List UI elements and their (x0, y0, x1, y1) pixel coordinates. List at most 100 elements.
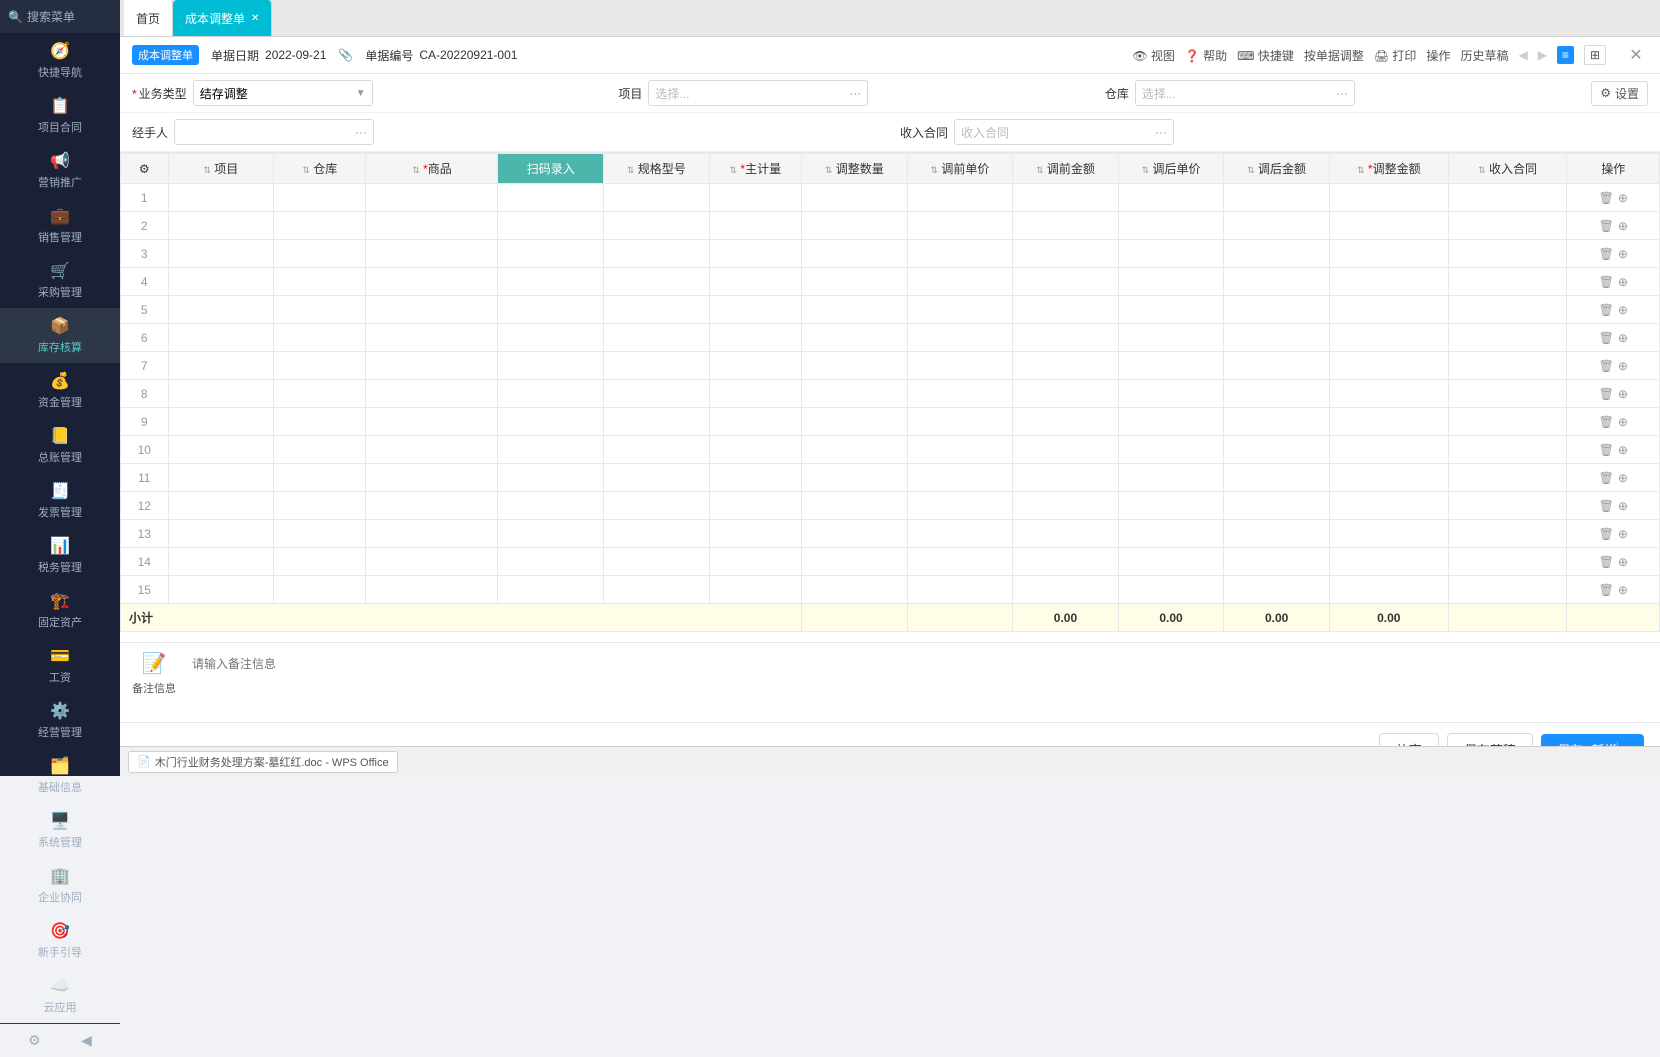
row-5-income[interactable] (1448, 296, 1567, 324)
row-6-copy-icon[interactable]: ⊕ (1618, 331, 1628, 345)
row-1-delete-icon[interactable]: 🗑 (1599, 191, 1614, 205)
row-13-income[interactable] (1448, 520, 1567, 548)
row-3-income[interactable] (1448, 240, 1567, 268)
row-5-adj[interactable] (1329, 296, 1448, 324)
row-6-amount1[interactable] (1013, 324, 1119, 352)
row-15-adj[interactable] (1329, 576, 1448, 604)
row-4-delete-icon[interactable]: 🗑 (1599, 275, 1614, 289)
row-11-delete-icon[interactable]: 🗑 (1599, 471, 1614, 485)
warehouse-select[interactable]: 选择... ··· (1135, 80, 1355, 106)
row-12-unit[interactable] (709, 492, 801, 520)
row-14-warehouse[interactable] (274, 548, 366, 576)
row-4-qty[interactable] (802, 268, 908, 296)
row-3-amount1[interactable] (1013, 240, 1119, 268)
th-qty[interactable]: ⇅ 调整数量 (802, 154, 908, 184)
row-4-project[interactable] (168, 268, 274, 296)
row-8-spec[interactable] (604, 380, 710, 408)
row-8-adj[interactable] (1329, 380, 1448, 408)
row-1-adj[interactable] (1329, 184, 1448, 212)
row-2-income[interactable] (1448, 212, 1567, 240)
th-amount2[interactable]: ⇅ 调后金额 (1224, 154, 1330, 184)
row-6-adj[interactable] (1329, 324, 1448, 352)
row-13-warehouse[interactable] (274, 520, 366, 548)
row-1-amount1[interactable] (1013, 184, 1119, 212)
row-13-product[interactable] (366, 520, 498, 548)
sidebar-item-sales-mgmt[interactable]: 💼销售管理 (0, 198, 120, 253)
th-warehouse[interactable]: ⇅ 仓库 (274, 154, 366, 184)
row-6-price1[interactable] (907, 324, 1013, 352)
row-12-copy-icon[interactable]: ⊕ (1618, 499, 1628, 513)
row-13-amount1[interactable] (1013, 520, 1119, 548)
row-8-income[interactable] (1448, 380, 1567, 408)
th-project[interactable]: ⇅ 项目 (168, 154, 274, 184)
row-3-price1[interactable] (907, 240, 1013, 268)
row-15-income[interactable] (1448, 576, 1567, 604)
row-6-project[interactable] (168, 324, 274, 352)
row-13-qty[interactable] (802, 520, 908, 548)
row-11-amount2[interactable] (1224, 464, 1330, 492)
row-14-price1[interactable] (907, 548, 1013, 576)
row-10-delete-icon[interactable]: 🗑 (1599, 443, 1614, 457)
row-8-project[interactable] (168, 380, 274, 408)
list-view-icon[interactable]: ≡ (1557, 46, 1574, 64)
th-scan[interactable]: 扫码录入 (498, 154, 604, 184)
row-11-adj[interactable] (1329, 464, 1448, 492)
row-5-product[interactable] (366, 296, 498, 324)
row-9-amount2[interactable] (1224, 408, 1330, 436)
row-15-copy-icon[interactable]: ⊕ (1618, 583, 1628, 597)
row-9-product[interactable] (366, 408, 498, 436)
row-14-spec[interactable] (604, 548, 710, 576)
row-4-adj[interactable] (1329, 268, 1448, 296)
row-3-adj[interactable] (1329, 240, 1448, 268)
grid-view-icon[interactable]: ⊞ (1584, 45, 1606, 65)
row-13-project[interactable] (168, 520, 274, 548)
biz-type-select[interactable]: 结存调整 ▼ (193, 80, 373, 106)
row-8-product[interactable] (366, 380, 498, 408)
row-12-warehouse[interactable] (274, 492, 366, 520)
row-12-income[interactable] (1448, 492, 1567, 520)
row-15-qty[interactable] (802, 576, 908, 604)
row-15-delete-icon[interactable]: 🗑 (1599, 583, 1614, 597)
th-price2[interactable]: ⇅ 调后单价 (1118, 154, 1224, 184)
notes-icon-group[interactable]: 📝 备注信息 (132, 651, 176, 696)
th-income[interactable]: ⇅ 收入合同 (1448, 154, 1567, 184)
help-action[interactable]: ❓ 帮助 (1185, 47, 1227, 64)
row-15-price1[interactable] (907, 576, 1013, 604)
row-13-copy-icon[interactable]: ⊕ (1618, 527, 1628, 541)
row-15-warehouse[interactable] (274, 576, 366, 604)
row-12-scan[interactable] (498, 492, 604, 520)
row-14-qty[interactable] (802, 548, 908, 576)
row-3-product[interactable] (366, 240, 498, 268)
row-7-adj[interactable] (1329, 352, 1448, 380)
row-3-unit[interactable] (709, 240, 801, 268)
row-6-warehouse[interactable] (274, 324, 366, 352)
row-13-amount2[interactable] (1224, 520, 1330, 548)
row-12-amount1[interactable] (1013, 492, 1119, 520)
income-contract-select[interactable]: 收入合同 ··· (954, 119, 1174, 145)
handler-select[interactable]: ··· (174, 119, 374, 145)
row-11-amount1[interactable] (1013, 464, 1119, 492)
row-2-price2[interactable] (1118, 212, 1224, 240)
row-10-unit[interactable] (709, 436, 801, 464)
row-4-scan[interactable] (498, 268, 604, 296)
sidebar-search[interactable]: 🔍 搜索菜单 (0, 0, 120, 33)
row-10-warehouse[interactable] (274, 436, 366, 464)
row-1-amount2[interactable] (1224, 184, 1330, 212)
row-2-adj[interactable] (1329, 212, 1448, 240)
row-8-delete-icon[interactable]: 🗑 (1599, 387, 1614, 401)
row-7-product[interactable] (366, 352, 498, 380)
row-8-warehouse[interactable] (274, 380, 366, 408)
row-8-price1[interactable] (907, 380, 1013, 408)
row-12-qty[interactable] (802, 492, 908, 520)
row-6-delete-icon[interactable]: 🗑 (1599, 331, 1614, 345)
row-8-scan[interactable] (498, 380, 604, 408)
row-6-income[interactable] (1448, 324, 1567, 352)
row-1-copy-icon[interactable]: ⊕ (1618, 191, 1628, 205)
row-2-spec[interactable] (604, 212, 710, 240)
row-14-project[interactable] (168, 548, 274, 576)
row-1-price2[interactable] (1118, 184, 1224, 212)
row-7-scan[interactable] (498, 352, 604, 380)
row-2-project[interactable] (168, 212, 274, 240)
row-10-scan[interactable] (498, 436, 604, 464)
row-12-project[interactable] (168, 492, 274, 520)
